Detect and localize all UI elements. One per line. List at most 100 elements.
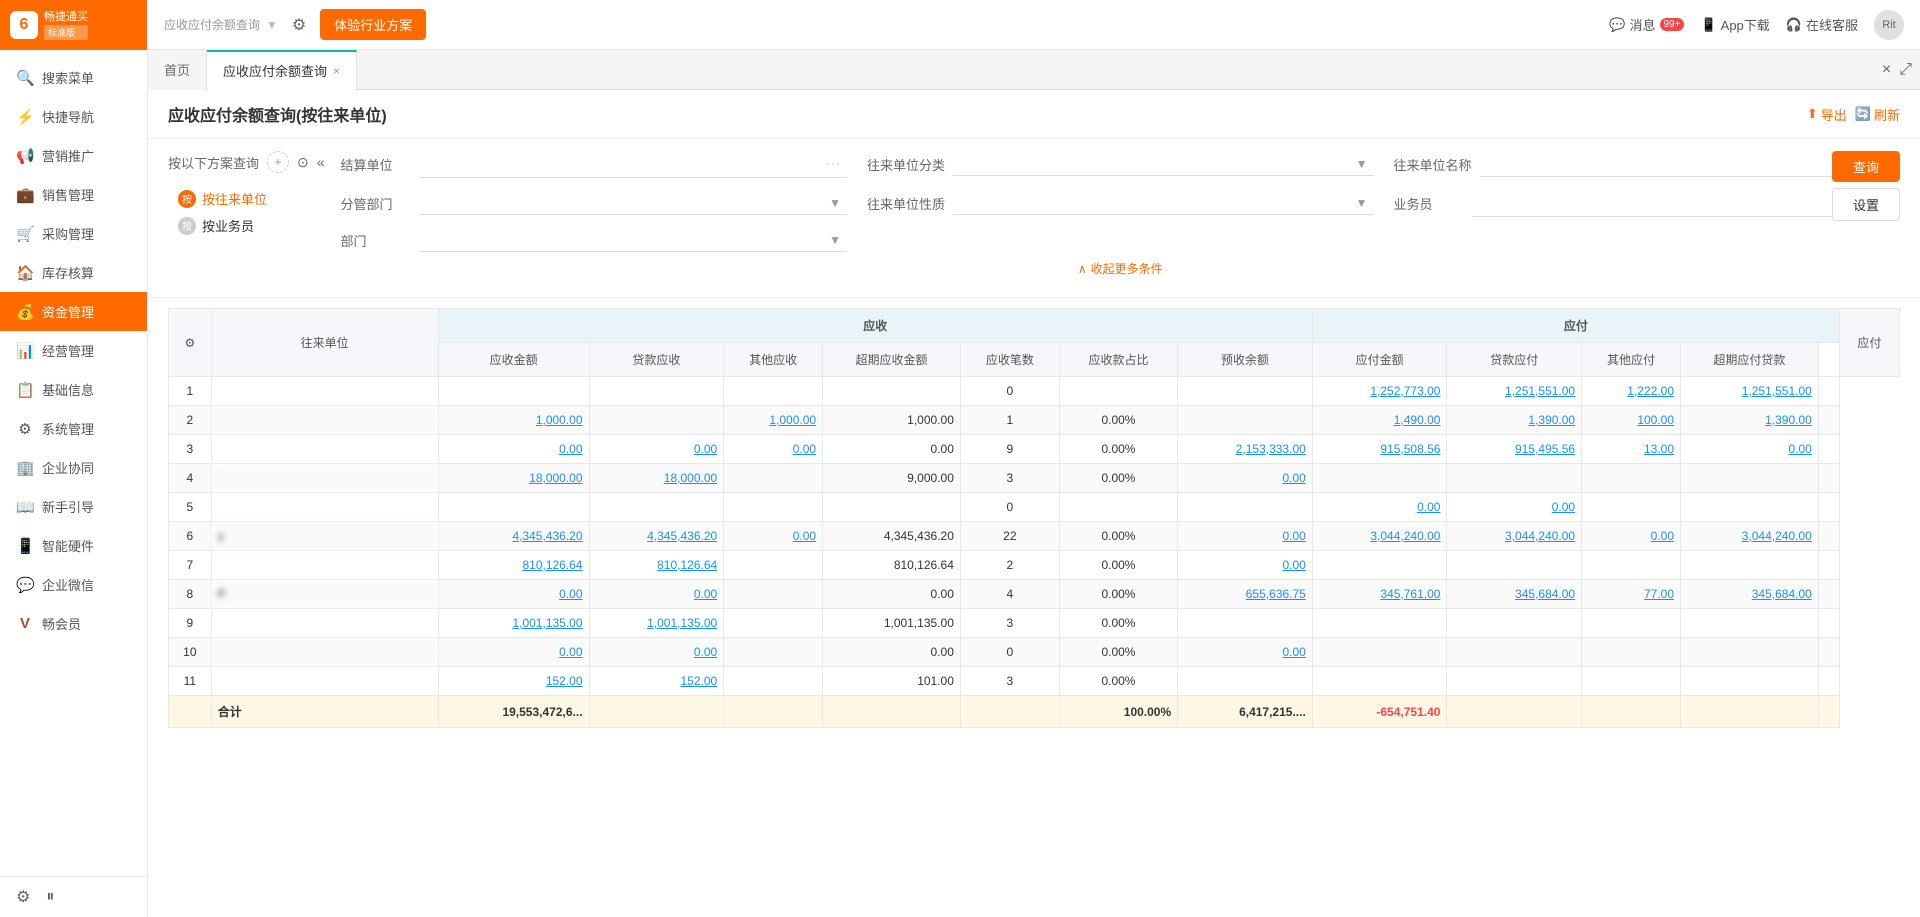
table-cell[interactable]: 18,000.00: [589, 464, 724, 493]
cell-link[interactable]: 0.00: [694, 587, 717, 601]
table-cell[interactable]: 1,390.00: [1681, 406, 1819, 435]
window-max-icon[interactable]: ⤢: [1899, 61, 1912, 79]
dept-input[interactable]: ▼: [419, 192, 847, 215]
sidebar-item-guide[interactable]: 📖 新手引导: [0, 487, 147, 526]
sidebar-item-purchase[interactable]: 🛒 采购管理: [0, 214, 147, 253]
industry-btn[interactable]: 体验行业方案: [320, 9, 426, 40]
cell-link[interactable]: 18,000.00: [529, 471, 582, 485]
table-cell[interactable]: 1,252,773.00: [1312, 377, 1447, 406]
cell-link[interactable]: 0.00: [793, 442, 816, 456]
table-cell[interactable]: 0.00: [438, 580, 589, 609]
settings-footer-icon[interactable]: ⚙: [16, 887, 30, 907]
sidebar-item-system[interactable]: ⚙ 系统管理: [0, 409, 147, 448]
cell-link[interactable]: 915,495.56: [1515, 442, 1575, 456]
cell-link[interactable]: 345,684.00: [1752, 587, 1812, 601]
table-cell[interactable]: 0.00: [1178, 638, 1313, 667]
table-cell[interactable]: 915,495.56: [1447, 435, 1582, 464]
table-cell[interactable]: 1,251,551.00: [1447, 377, 1582, 406]
scheme-settings-icon[interactable]: ⊙: [297, 154, 309, 171]
table-cell[interactable]: 3,044,240.00: [1447, 522, 1582, 551]
table-cell[interactable]: 4,345,436.20: [438, 522, 589, 551]
partner-cat-input[interactable]: ▼: [953, 153, 1373, 176]
table-cell[interactable]: 0.00: [724, 522, 823, 551]
table-cell[interactable]: 345,684.00: [1681, 580, 1819, 609]
online-service-btn[interactable]: 🎧 在线客服: [1786, 15, 1858, 34]
table-cell[interactable]: 0.00: [1178, 522, 1313, 551]
cell-link[interactable]: 4,345,436.20: [512, 529, 582, 543]
cell-link[interactable]: 0.00: [1651, 529, 1674, 543]
table-cell[interactable]: 1,251,551.00: [1681, 377, 1819, 406]
cell-link[interactable]: 0.00: [694, 442, 717, 456]
sidebar-item-quicknav[interactable]: ⚡ 快捷导航: [0, 97, 147, 136]
cell-link[interactable]: 152.00: [680, 674, 717, 688]
cell-link[interactable]: 810,126.64: [657, 558, 717, 572]
table-cell[interactable]: 2,153,333.00: [1178, 435, 1313, 464]
table-cell[interactable]: 1,222.00: [1582, 377, 1681, 406]
table-cell[interactable]: 0.00: [1178, 464, 1313, 493]
cell-link[interactable]: 0.00: [1282, 558, 1305, 572]
table-cell[interactable]: 1,001,135.00: [438, 609, 589, 638]
table-cell[interactable]: 3,044,240.00: [1312, 522, 1447, 551]
cell-link[interactable]: 0.00: [559, 645, 582, 659]
table-cell[interactable]: 4,345,436.20: [589, 522, 724, 551]
tab-receivable[interactable]: 应收应付余额查询 ×: [207, 50, 357, 90]
cell-link[interactable]: 152.00: [546, 674, 583, 688]
sidebar-item-finance[interactable]: 💰 资金管理: [0, 292, 147, 331]
cell-link[interactable]: 1,001,135.00: [512, 616, 582, 630]
table-cell[interactable]: 152.00: [438, 667, 589, 696]
table-cell[interactable]: 0.00: [724, 435, 823, 464]
table-cell[interactable]: 152.00: [589, 667, 724, 696]
cell-link[interactable]: 655,636.75: [1246, 587, 1306, 601]
cell-link[interactable]: 0.00: [1788, 442, 1811, 456]
sidebar-item-sales[interactable]: 💼 销售管理: [0, 175, 147, 214]
sidebar-item-marketing[interactable]: 📢 营销推广: [0, 136, 147, 175]
cell-link[interactable]: 915,508.56: [1380, 442, 1440, 456]
option-by-salesperson[interactable]: 按 按业务员: [168, 212, 325, 239]
cell-link[interactable]: 0.00: [1417, 500, 1440, 514]
table-cell[interactable]: 77.00: [1582, 580, 1681, 609]
cell-link[interactable]: 1,490.00: [1394, 413, 1441, 427]
header-gear-icon[interactable]: ⚙: [288, 11, 310, 39]
cell-link[interactable]: 4,345,436.20: [647, 529, 717, 543]
cell-link[interactable]: 1,390.00: [1765, 413, 1812, 427]
table-cell[interactable]: 18,000.00: [438, 464, 589, 493]
message-btn[interactable]: 💬 消息 99+: [1609, 15, 1684, 34]
tab-close-icon[interactable]: ×: [333, 64, 340, 78]
cell-link[interactable]: 1,222.00: [1627, 384, 1674, 398]
cell-link[interactable]: 2,153,333.00: [1236, 442, 1306, 456]
cell-link[interactable]: 13.00: [1644, 442, 1674, 456]
table-cell[interactable]: 810,126.64: [438, 551, 589, 580]
app-download-btn[interactable]: 📱 App下载: [1700, 15, 1769, 34]
table-settings-icon[interactable]: ⚙: [169, 309, 212, 377]
query-btn[interactable]: 查询: [1832, 151, 1900, 182]
table-cell[interactable]: 0.00: [1178, 551, 1313, 580]
cell-link[interactable]: 1,251,551.00: [1742, 384, 1812, 398]
partner-nature-input[interactable]: ▼: [953, 192, 1373, 215]
table-cell[interactable]: 0.00: [438, 435, 589, 464]
table-cell[interactable]: 915,508.56: [1312, 435, 1447, 464]
table-cell[interactable]: 345,684.00: [1447, 580, 1582, 609]
export-btn[interactable]: ⬆ 导出: [1807, 105, 1847, 124]
table-cell[interactable]: 0.00: [1447, 493, 1582, 522]
sidebar-item-member[interactable]: V 畅会员: [0, 604, 147, 643]
cell-link[interactable]: 1,252,773.00: [1370, 384, 1440, 398]
cell-link[interactable]: 1,000.00: [536, 413, 583, 427]
collapse-btn[interactable]: ∧ 收起更多条件: [341, 252, 1900, 285]
table-cell[interactable]: 0.00: [589, 435, 724, 464]
add-scheme-btn[interactable]: +: [267, 151, 289, 173]
cell-link[interactable]: 0.00: [559, 587, 582, 601]
sidebar-item-search[interactable]: 🔍 搜索菜单: [0, 58, 147, 97]
table-cell[interactable]: 100.00: [1582, 406, 1681, 435]
cell-link[interactable]: 1,000.00: [769, 413, 816, 427]
cell-link[interactable]: 1,001,135.00: [647, 616, 717, 630]
cell-link[interactable]: 3,044,240.00: [1742, 529, 1812, 543]
cell-link[interactable]: 3,044,240.00: [1505, 529, 1575, 543]
table-cell[interactable]: 0.00: [589, 638, 724, 667]
cell-link[interactable]: 18,000.00: [664, 471, 717, 485]
tab-home[interactable]: 首页: [148, 50, 207, 90]
option-by-partner[interactable]: 按 按往来单位: [168, 185, 325, 212]
table-cell[interactable]: 13.00: [1582, 435, 1681, 464]
table-cell[interactable]: 1,490.00: [1312, 406, 1447, 435]
pause-icon[interactable]: ⏸: [46, 888, 54, 906]
cell-link[interactable]: 0.00: [1552, 500, 1575, 514]
